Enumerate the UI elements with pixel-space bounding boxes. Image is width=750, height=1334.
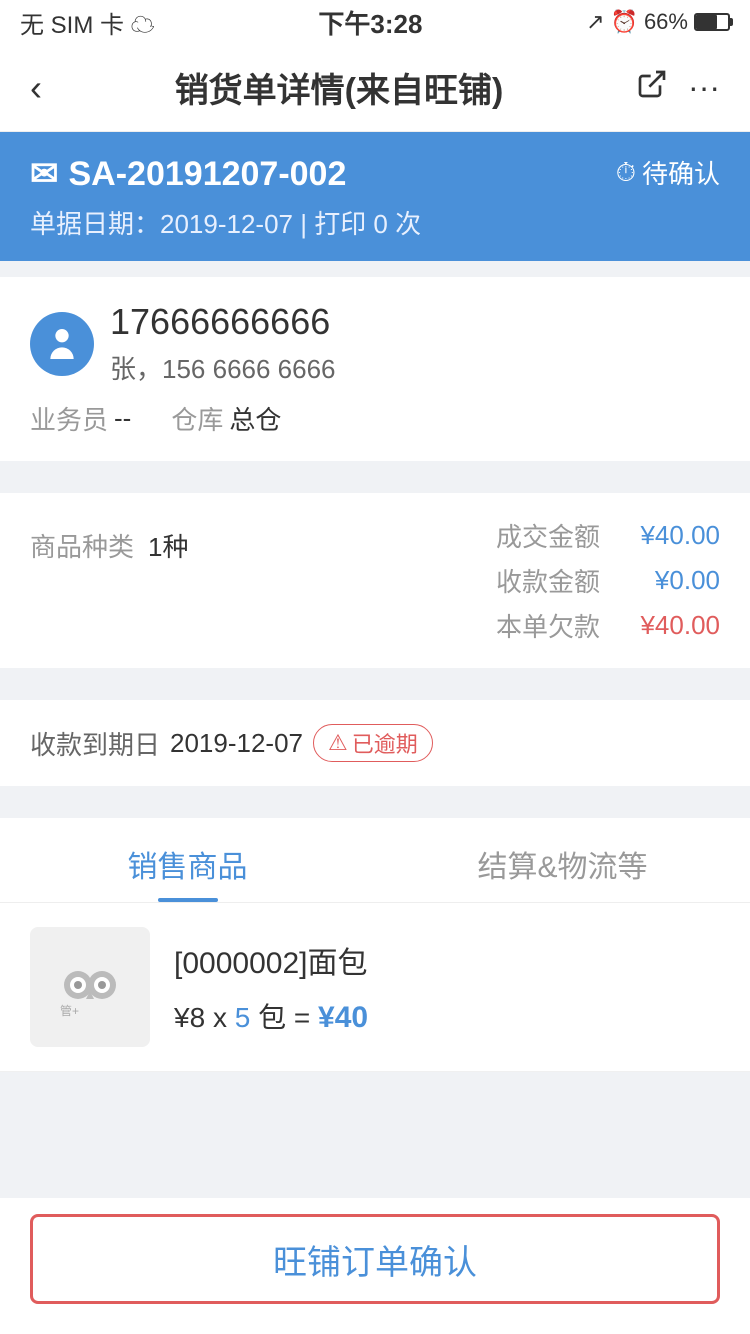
status-bar-time: 下午3:28 <box>318 4 422 41</box>
owed-label: 本单欠款 <box>496 607 600 644</box>
customer-name: 张，156 6666 6666 <box>110 349 336 386</box>
status-clock-icon: ⏱ <box>616 157 636 189</box>
customer-row: 17666666666 张，156 6666 6666 <box>30 301 720 386</box>
alarm-icon: ⏰ <box>611 9 638 35</box>
order-date: 单据日期：2019-12-07 | 打印 0 次 <box>30 204 616 241</box>
salesperson-label: 业务员 <box>30 400 108 437</box>
share-button[interactable] <box>636 68 668 108</box>
salesperson-value: -- <box>114 403 131 434</box>
warehouse-label: 仓库 <box>171 400 223 437</box>
financial-stats: 成交金额 ¥40.00 收款金额 ¥0.00 本单欠款 ¥40.00 <box>496 517 720 644</box>
order-id: SA-20191207-002 <box>69 155 347 194</box>
received-label: 收款金额 <box>496 562 600 599</box>
order-header-card: ✉ SA-20191207-002 单据日期：2019-12-07 | 打印 0… <box>0 132 750 261</box>
product-multiply-sign: x <box>213 1002 235 1033</box>
tab-sales-products-label: 销售商品 <box>128 851 248 884</box>
divider-3 <box>0 786 750 802</box>
overdue-date: 2019-12-07 <box>170 728 303 759</box>
product-unit-price: ¥8 <box>174 1002 205 1033</box>
overdue-card: 收款到期日 2019-12-07 ⚠ 已逾期 <box>0 700 750 786</box>
owed-value: ¥40.00 <box>610 610 720 641</box>
order-status: ⏱ 待确认 <box>616 154 720 191</box>
product-thumbnail: 管+ <box>30 927 150 1047</box>
product-unit: 包 <box>258 1002 286 1033</box>
status-bar: 无 SIM 卡 ☁ 下午3:28 ↗ ⏰ 66% <box>0 0 750 44</box>
product-equals: = <box>294 1002 318 1033</box>
nav-bar: ‹ 销货单详情(来自旺铺) ··· <box>0 44 750 132</box>
product-card: 管+ [0000002]面包 ¥8 x 5 包 = ¥40 <box>0 903 750 1072</box>
battery-icon <box>694 13 730 31</box>
confirm-order-button[interactable]: 旺铺订单确认 <box>30 1214 720 1304</box>
owed-item: 本单欠款 ¥40.00 <box>496 607 720 644</box>
tabs-bar: 销售商品 结算&物流等 <box>0 818 750 903</box>
order-envelope-icon: ✉ <box>30 154 59 194</box>
amount-item: 成交金额 ¥40.00 <box>496 517 720 554</box>
product-price-row: ¥8 x 5 包 = ¥40 <box>174 996 720 1036</box>
salesperson-item: 业务员 -- <box>30 400 131 437</box>
status-bar-left: 无 SIM 卡 ☁ <box>20 5 155 40</box>
header-left: ✉ SA-20191207-002 单据日期：2019-12-07 | 打印 0… <box>30 154 616 241</box>
customer-details: 17666666666 张，156 6666 6666 <box>110 301 336 386</box>
tab-settlement[interactable]: 结算&物流等 <box>375 818 750 902</box>
amount-value: ¥40.00 <box>610 520 720 551</box>
status-bar-right: ↗ ⏰ 66% <box>586 9 730 35</box>
overdue-badge-text: 已逾期 <box>352 727 418 759</box>
back-button[interactable]: ‹ <box>30 67 42 109</box>
sim-label: 无 SIM 卡 ☁ <box>20 5 155 40</box>
product-types-label: 商品种类 <box>30 527 134 564</box>
warehouse-value: 总仓 <box>229 400 281 437</box>
product-types-value: 1种 <box>148 527 188 564</box>
bottom-bar: 旺铺订单确认 <box>0 1198 750 1334</box>
warehouse-item: 仓库 总仓 <box>171 400 281 437</box>
status-text: 待确认 <box>642 154 720 191</box>
stats-row: 商品种类 1种 成交金额 ¥40.00 收款金额 ¥0.00 本单欠款 ¥40.… <box>30 517 720 644</box>
divider-2 <box>0 668 750 684</box>
product-quantity: 5 <box>235 1002 251 1033</box>
overdue-warning-icon: ⚠ <box>328 730 348 756</box>
divider-1 <box>0 461 750 477</box>
svg-text:管+: 管+ <box>60 1003 79 1017</box>
overdue-label: 收款到期日 <box>30 725 160 762</box>
product-total: ¥40 <box>318 1001 368 1034</box>
order-id-row: ✉ SA-20191207-002 <box>30 154 616 194</box>
product-name: [0000002]面包 <box>174 938 720 982</box>
customer-meta: 业务员 -- 仓库 总仓 <box>30 400 720 437</box>
customer-info-card: 17666666666 张，156 6666 6666 业务员 -- 仓库 总仓 <box>0 277 750 461</box>
more-button[interactable]: ··· <box>688 69 720 106</box>
amount-label: 成交金额 <box>496 517 600 554</box>
overdue-badge: ⚠ 已逾期 <box>313 724 433 762</box>
received-value: ¥0.00 <box>610 565 720 596</box>
page-title: 销货单详情(来自旺铺) <box>175 63 504 112</box>
battery-label: 66% <box>644 9 688 35</box>
location-icon: ↗ <box>586 9 604 35</box>
customer-avatar <box>30 312 94 376</box>
product-types: 商品种类 1种 <box>30 517 188 574</box>
product-info: [0000002]面包 ¥8 x 5 包 = ¥40 <box>174 938 720 1036</box>
received-item: 收款金额 ¥0.00 <box>496 562 720 599</box>
customer-phone: 17666666666 <box>110 301 336 343</box>
tab-settlement-label: 结算&物流等 <box>477 851 647 884</box>
stats-card: 商品种类 1种 成交金额 ¥40.00 收款金额 ¥0.00 本单欠款 ¥40.… <box>0 493 750 668</box>
overdue-row: 收款到期日 2019-12-07 ⚠ 已逾期 <box>30 724 720 762</box>
tab-sales-products[interactable]: 销售商品 <box>0 818 375 902</box>
nav-right-buttons: ··· <box>636 68 720 108</box>
